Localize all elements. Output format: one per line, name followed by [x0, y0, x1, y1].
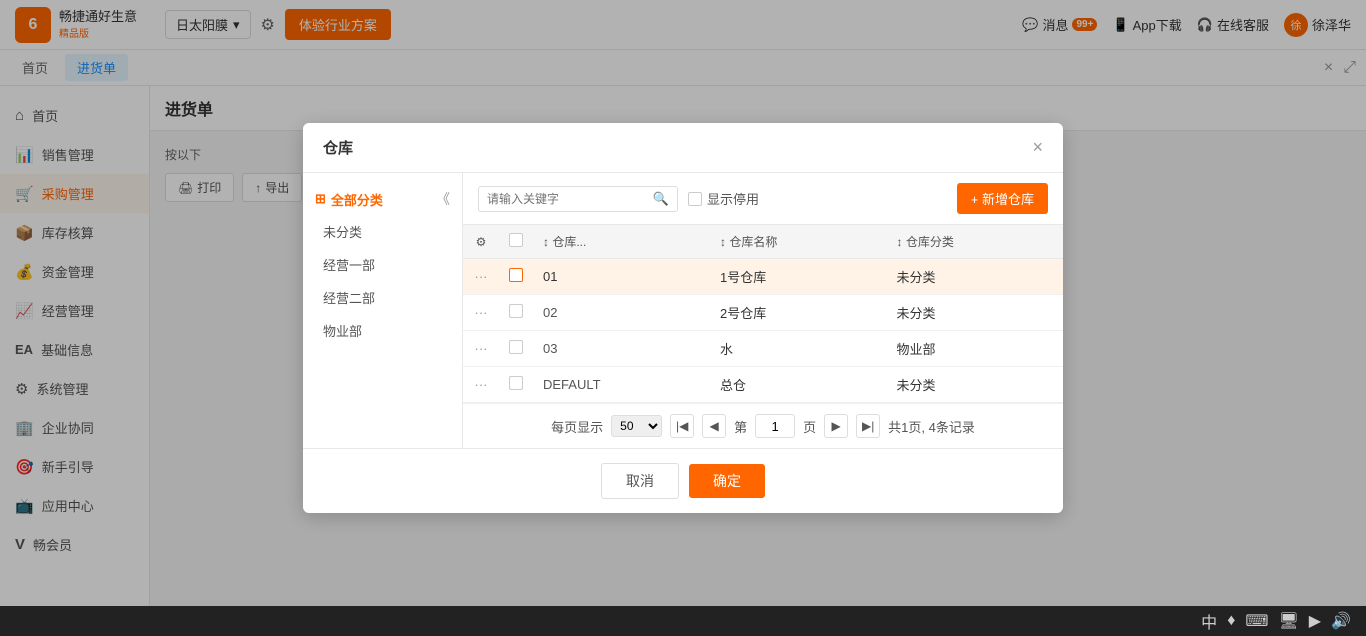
row-actions[interactable]: ···	[463, 367, 499, 403]
modal-header: 仓库 ×	[303, 123, 1063, 173]
row-category: 物业部	[886, 331, 1063, 367]
table-row[interactable]: ··· 03 水 物业部	[463, 331, 1063, 367]
select-all-checkbox[interactable]	[509, 233, 523, 247]
row-checkbox[interactable]	[509, 376, 523, 390]
search-icon[interactable]: 🔍	[653, 191, 669, 207]
col-checkbox-header	[499, 225, 533, 259]
total-info: 共1页, 4条记录	[888, 417, 975, 436]
page-unit: 页	[803, 417, 816, 436]
modal-close-btn[interactable]: ×	[1032, 137, 1043, 158]
show-disabled-label: 显示停用	[707, 189, 759, 208]
row-category: 未分类	[886, 295, 1063, 331]
row-code: 01	[533, 259, 710, 295]
prev-page-btn[interactable]: ◀	[702, 414, 726, 438]
all-category[interactable]: ⊞ 全部分类	[315, 190, 383, 209]
last-page-btn[interactable]: ▶|	[856, 414, 880, 438]
row-checkbox-cell	[499, 331, 533, 367]
col-code-header: ↕ 仓库...	[533, 225, 710, 259]
row-name: 1号仓库	[710, 259, 887, 295]
row-actions[interactable]: ···	[463, 295, 499, 331]
row-category: 未分类	[886, 259, 1063, 295]
row-name: 总仓	[710, 367, 887, 403]
page-number-input[interactable]	[755, 414, 795, 438]
page-label: 第	[734, 417, 747, 436]
per-page-select[interactable]: 50 100	[611, 415, 662, 437]
row-checkbox[interactable]	[509, 304, 523, 318]
row-checkbox-cell	[499, 295, 533, 331]
row-code: 03	[533, 331, 710, 367]
status-icon-play: ▶	[1309, 611, 1321, 631]
search-wrap: 🔍	[478, 186, 678, 212]
all-category-label: 全部分类	[331, 190, 383, 209]
category-item-property[interactable]: 物业部	[303, 314, 462, 347]
warehouse-table: ⚙ ↕ 仓库... ↕ 仓库名称	[463, 225, 1063, 403]
next-page-btn[interactable]: ▶	[824, 414, 848, 438]
row-code: 02	[533, 295, 710, 331]
pagination: 每页显示 50 100 |◀ ◀ 第 页 ▶ ▶| 共1页, 4条记录	[463, 403, 1063, 448]
status-icon-screen: 🖥	[1278, 611, 1298, 631]
content-toolbar: 🔍 显示停用 + 新增仓库	[463, 173, 1063, 225]
row-category: 未分类	[886, 367, 1063, 403]
table-row[interactable]: ··· 02 2号仓库 未分类	[463, 295, 1063, 331]
show-disabled-checkbox[interactable]	[688, 192, 702, 206]
row-actions[interactable]: ···	[463, 259, 499, 295]
category-item-dept2[interactable]: 经营二部	[303, 281, 462, 314]
table-row[interactable]: ··· 01 1号仓库 未分类	[463, 259, 1063, 295]
row-name: 2号仓库	[710, 295, 887, 331]
search-input[interactable]	[487, 192, 653, 206]
status-icon-zh[interactable]: 中	[1201, 609, 1217, 633]
row-code: DEFAULT	[533, 367, 710, 403]
modal-title: 仓库	[323, 137, 353, 158]
table-row[interactable]: ··· DEFAULT 总仓 未分类	[463, 367, 1063, 403]
show-disabled-wrap: 显示停用	[688, 189, 759, 208]
row-checkbox-cell	[499, 259, 533, 295]
modal-overlay: 仓库 × ⊞ 全部分类 《 未分类 经营一部 经营二部 物业部	[0, 0, 1366, 636]
category-item-unclassified[interactable]: 未分类	[303, 215, 462, 248]
status-icon-diamond: ♦	[1227, 612, 1235, 630]
cancel-button[interactable]: 取消	[601, 463, 679, 499]
status-bar: 中 ♦ ⌨ 🖥 ▶ 🔊	[0, 606, 1366, 636]
status-icon-sound[interactable]: 🔊	[1331, 611, 1351, 631]
modal-action-footer: 取消 确定	[303, 448, 1063, 513]
grid-icon: ⊞	[315, 191, 326, 207]
content-panel: 🔍 显示停用 + 新增仓库 ⚙	[463, 173, 1063, 448]
col-category-header: ↕ 仓库分类	[886, 225, 1063, 259]
row-checkbox-cell	[499, 367, 533, 403]
col-name-header: ↕ 仓库名称	[710, 225, 887, 259]
row-checkbox[interactable]	[509, 340, 523, 354]
modal-body: ⊞ 全部分类 《 未分类 经营一部 经营二部 物业部 🔍	[303, 173, 1063, 448]
row-name: 水	[710, 331, 887, 367]
status-icon-keyboard[interactable]: ⌨	[1245, 611, 1268, 631]
first-page-btn[interactable]: |◀	[670, 414, 694, 438]
collapse-icon[interactable]: 《	[436, 189, 450, 209]
per-page-label: 每页显示	[551, 417, 603, 436]
warehouse-modal: 仓库 × ⊞ 全部分类 《 未分类 经营一部 经营二部 物业部	[303, 123, 1063, 513]
row-checkbox[interactable]	[509, 268, 523, 282]
add-warehouse-btn[interactable]: + 新增仓库	[957, 183, 1048, 214]
category-header: ⊞ 全部分类 《	[303, 183, 462, 215]
row-actions[interactable]: ···	[463, 331, 499, 367]
category-item-dept1[interactable]: 经营一部	[303, 248, 462, 281]
table-header-row: ⚙ ↕ 仓库... ↕ 仓库名称	[463, 225, 1063, 259]
category-panel: ⊞ 全部分类 《 未分类 经营一部 经营二部 物业部	[303, 173, 463, 448]
col-gear-header: ⚙	[463, 225, 499, 259]
confirm-button[interactable]: 确定	[689, 464, 765, 498]
